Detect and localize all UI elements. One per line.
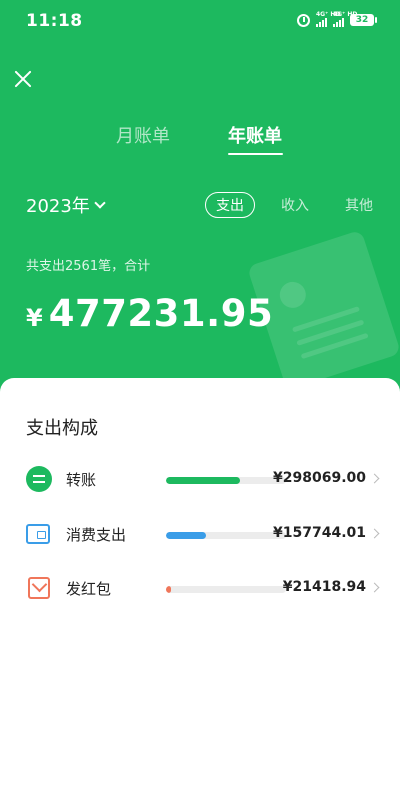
progress-track [166,532,286,539]
chevron-right-icon [369,528,380,539]
wallet-icon [26,524,50,544]
row-label: 发红包 [66,580,112,598]
row-amount: ¥157744.01 [273,525,366,541]
segment-expense[interactable]: 支出 [205,192,255,218]
progress-track [166,586,286,593]
progress-track [166,477,286,484]
signal-icon: 4G⁺ HD [316,11,340,27]
header-panel: 11:18 4G⁺ HD 4G⁺ HD 32 月账单 年账单 2023年 支出 … [0,0,400,420]
active-tab-indicator [228,153,283,155]
summary-text: 共支出2561笔，合计 [26,259,151,274]
total-amount: ¥ 477231.95 [26,292,273,335]
breakdown-row-consumption[interactable]: 消费支出 ¥157744.01 [0,519,400,549]
segment-other[interactable]: 其他 [345,195,373,215]
tab-year-bill[interactable]: 年账单 [228,122,282,148]
total-value: 477231.95 [48,292,274,335]
chevron-down-icon [94,197,106,209]
battery-icon: 32 [350,14,377,26]
alarm-icon [297,13,310,27]
chevron-right-icon [369,473,380,484]
row-label: 转账 [66,471,97,489]
row-amount: ¥298069.00 [273,470,366,486]
progress-fill [166,586,172,593]
tab-month-bill[interactable]: 月账单 [116,122,170,148]
transfer-icon [26,466,52,492]
row-amount: ¥21418.94 [282,579,366,595]
status-time: 11:18 [26,11,83,31]
breakdown-card: 支出构成 转账 ¥298069.00 消费支出 ¥157744.01 发红包 ¥… [0,378,400,800]
progress-fill [166,477,241,484]
close-button[interactable] [12,68,34,90]
breakdown-row-transfer[interactable]: 转账 ¥298069.00 [0,464,400,494]
status-icons: 4G⁺ HD 4G⁺ HD 32 [297,11,377,27]
breakdown-title: 支出构成 [26,418,98,439]
signal-icon-2: 4G⁺ HD [333,11,357,27]
red-packet-icon [28,577,50,599]
breakdown-row-red-packet[interactable]: 发红包 ¥21418.94 [0,573,400,603]
chevron-right-icon [369,582,380,593]
row-label: 消费支出 [66,526,127,544]
status-bar: 11:18 4G⁺ HD 4G⁺ HD 32 [0,0,400,40]
progress-fill [166,532,206,539]
year-label: 2023年 [26,196,90,217]
currency-symbol: ¥ [26,304,43,332]
year-selector[interactable]: 2023年 [26,192,106,218]
segment-income[interactable]: 收入 [281,195,309,215]
